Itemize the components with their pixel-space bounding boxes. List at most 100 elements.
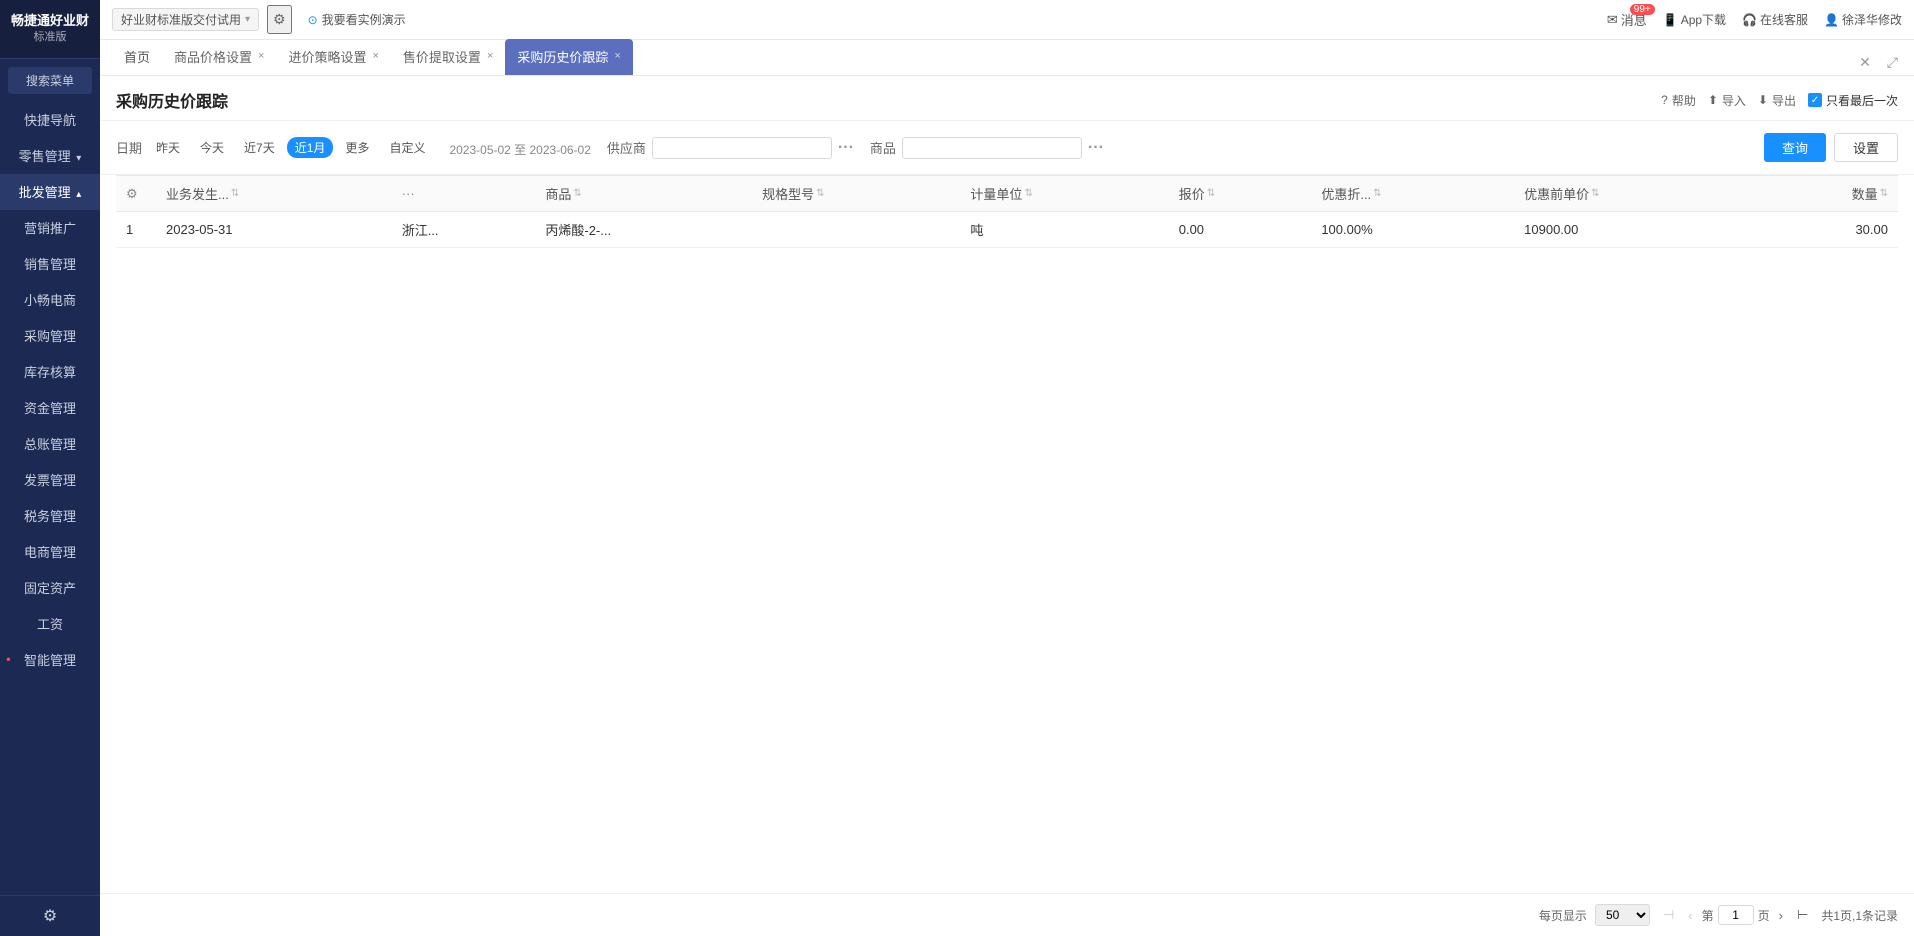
- date-btn-yesterday[interactable]: 昨天: [148, 137, 188, 158]
- date-range-display: 2023-05-02 至 2023-06-02: [449, 141, 590, 158]
- per-page-select[interactable]: 50 10 20 100: [1595, 904, 1650, 926]
- sidebar-item-tax[interactable]: 税务管理: [0, 498, 100, 534]
- goods-input[interactable]: [902, 137, 1082, 159]
- supplier-more-icon[interactable]: ···: [838, 139, 854, 157]
- demo-label: 我要看实例演示: [322, 11, 406, 28]
- content-area: 采购历史价跟踪 ? 帮助 ⬆ 导入 ⬇ 导出 ✓: [100, 76, 1914, 936]
- th-discount[interactable]: 优惠折... ⇅: [1311, 176, 1514, 212]
- user-icon: 👤: [1824, 13, 1839, 27]
- search-menu-button[interactable]: 搜索菜单: [8, 67, 92, 94]
- tab-sale-price[interactable]: 售价提取设置 ×: [391, 39, 505, 75]
- table-row[interactable]: 1 2023-05-31 浙江... 丙烯酸-2-... 吨 0.00 100.…: [116, 212, 1898, 248]
- chevron-down-icon: ▾: [245, 14, 250, 25]
- tab-purchase-history[interactable]: 采购历史价跟踪 ×: [505, 39, 632, 75]
- sidebar-item-retail[interactable]: 零售管理 ▾: [0, 138, 100, 174]
- sidebar-item-invoice[interactable]: 发票管理: [0, 462, 100, 498]
- service-label: 在线客服: [1760, 11, 1808, 28]
- sort-qty[interactable]: 数量 ⇅: [1765, 184, 1888, 203]
- tab-cost-label: 进价策略设置: [288, 47, 366, 66]
- demo-button[interactable]: ⊙ 我要看实例演示: [308, 11, 406, 28]
- settings-button[interactable]: 设置: [1834, 133, 1898, 162]
- sidebar-item-assets[interactable]: 固定资产: [0, 570, 100, 606]
- message-icon: ✉: [1607, 12, 1618, 28]
- dots-icon[interactable]: ···: [402, 186, 415, 201]
- mobile-icon: 📱: [1663, 13, 1678, 27]
- th-price[interactable]: 报价 ⇅: [1169, 176, 1312, 212]
- prev-page-button[interactable]: ‹: [1683, 906, 1697, 925]
- sidebar-item-inventory[interactable]: 库存核算: [0, 354, 100, 390]
- sidebar-search[interactable]: 搜索菜单: [0, 59, 100, 102]
- message-button[interactable]: ✉ 消息 99+: [1607, 10, 1647, 29]
- tab-cost-strategy[interactable]: 进价策略设置 ×: [276, 39, 390, 75]
- online-service-button[interactable]: 🎧 在线客服: [1742, 11, 1808, 28]
- th-spec[interactable]: 规格型号 ⇅: [752, 176, 960, 212]
- date-btn-7days[interactable]: 近7天: [236, 137, 283, 158]
- goods-more-icon[interactable]: ···: [1088, 139, 1104, 157]
- export-button[interactable]: ⬇ 导出: [1758, 92, 1796, 109]
- sort-spec[interactable]: 规格型号 ⇅: [762, 184, 950, 203]
- th-settings[interactable]: ⚙: [116, 176, 156, 212]
- date-btn-today[interactable]: 今天: [192, 137, 232, 158]
- sidebar-item-ecommerce-small[interactable]: 小畅电商: [0, 282, 100, 318]
- page-input[interactable]: [1718, 905, 1754, 925]
- tab-close-icon[interactable]: ×: [487, 50, 493, 62]
- settings-icon[interactable]: ⚙: [43, 908, 57, 925]
- sidebar-item-wholesale[interactable]: 批发管理 ▴: [0, 174, 100, 210]
- query-button[interactable]: 查询: [1764, 133, 1826, 162]
- sort-icon: ⇅: [573, 188, 581, 199]
- sidebar-item-marketing[interactable]: 营销推广: [0, 210, 100, 246]
- topbar-right: ✉ 消息 99+ 📱 App下载 🎧 在线客服 👤 徐泽华修改: [1607, 10, 1902, 29]
- edition-selector[interactable]: 好业财标准版交付试用 ▾: [112, 8, 259, 31]
- export-icon: ⬇: [1758, 93, 1768, 107]
- sort-price[interactable]: 报价 ⇅: [1179, 184, 1302, 203]
- checkbox-icon[interactable]: ✓: [1808, 93, 1822, 107]
- sort-date[interactable]: 业务发生... ⇅: [166, 184, 382, 203]
- user-profile-button[interactable]: 👤 徐泽华修改: [1824, 11, 1902, 28]
- th-unit[interactable]: 计量单位 ⇅: [960, 176, 1168, 212]
- date-filter-label: 日期: [116, 138, 142, 157]
- topbar-gear-button[interactable]: ⚙: [267, 5, 292, 34]
- gear-icon[interactable]: ⚙: [126, 186, 138, 201]
- th-goods[interactable]: 商品 ⇅: [535, 176, 752, 212]
- th-qty[interactable]: 数量 ⇅: [1755, 176, 1898, 212]
- sidebar-item-ledger[interactable]: 总账管理: [0, 426, 100, 462]
- sidebar-item-payroll[interactable]: 工资: [0, 606, 100, 642]
- only-last-checkbox[interactable]: ✓ 只看最后一次: [1808, 92, 1898, 109]
- help-button[interactable]: ? 帮助: [1661, 92, 1696, 109]
- import-button[interactable]: ⬆ 导入: [1708, 92, 1746, 109]
- sort-goods[interactable]: 商品 ⇅: [545, 184, 742, 203]
- sidebar-item-sales[interactable]: 销售管理: [0, 246, 100, 282]
- maximize-window-button[interactable]: ⤢: [1883, 50, 1902, 75]
- sort-unit[interactable]: 计量单位 ⇅: [970, 184, 1158, 203]
- date-btn-custom[interactable]: 自定义: [381, 137, 433, 158]
- sidebar-quick-nav[interactable]: 快捷导航: [0, 102, 100, 138]
- sidebar-item-finance[interactable]: 资金管理: [0, 390, 100, 426]
- next-page-button[interactable]: ›: [1774, 906, 1788, 925]
- sort-discount[interactable]: 优惠折... ⇅: [1321, 184, 1504, 203]
- sidebar-item-purchase[interactable]: 采购管理: [0, 318, 100, 354]
- close-window-button[interactable]: ✕: [1855, 50, 1875, 75]
- date-btn-more[interactable]: 更多: [337, 137, 377, 158]
- th-unit-price[interactable]: 优惠前单价 ⇅: [1514, 176, 1755, 212]
- date-buttons: 昨天 今天 近7天 近1月 更多 自定义: [148, 137, 433, 158]
- sidebar-item-ecommerce[interactable]: 电商管理: [0, 534, 100, 570]
- th-dots[interactable]: ···: [392, 176, 536, 212]
- last-page-button[interactable]: ⊢: [1792, 905, 1813, 925]
- tab-home[interactable]: 首页: [112, 39, 162, 75]
- supplier-input[interactable]: [652, 137, 832, 159]
- sidebar-item-ai[interactable]: 智能管理: [0, 642, 100, 678]
- th-date[interactable]: 业务发生... ⇅: [156, 176, 392, 212]
- tab-price-settings[interactable]: 商品价格设置 ×: [162, 39, 276, 75]
- app-download-button[interactable]: 📱 App下载: [1663, 11, 1726, 28]
- date-btn-1month[interactable]: 近1月: [287, 137, 334, 158]
- filter-actions: 查询 设置: [1764, 133, 1898, 162]
- tab-close-icon[interactable]: ×: [372, 50, 378, 62]
- page-header: 采购历史价跟踪 ? 帮助 ⬆ 导入 ⬇ 导出 ✓: [100, 76, 1914, 121]
- tab-close-icon[interactable]: ×: [614, 50, 620, 62]
- topbar: 好业财标准版交付试用 ▾ ⚙ ⊙ 我要看实例演示 ✉ 消息 99+ 📱 App下…: [100, 0, 1914, 40]
- first-page-button[interactable]: ⊣: [1658, 905, 1679, 925]
- tab-close-icon[interactable]: ×: [258, 50, 264, 62]
- sort-unit-price[interactable]: 优惠前单价 ⇅: [1524, 184, 1745, 203]
- cell-unit: 吨: [960, 212, 1168, 248]
- cell-unit-price: 10900.00: [1514, 212, 1755, 248]
